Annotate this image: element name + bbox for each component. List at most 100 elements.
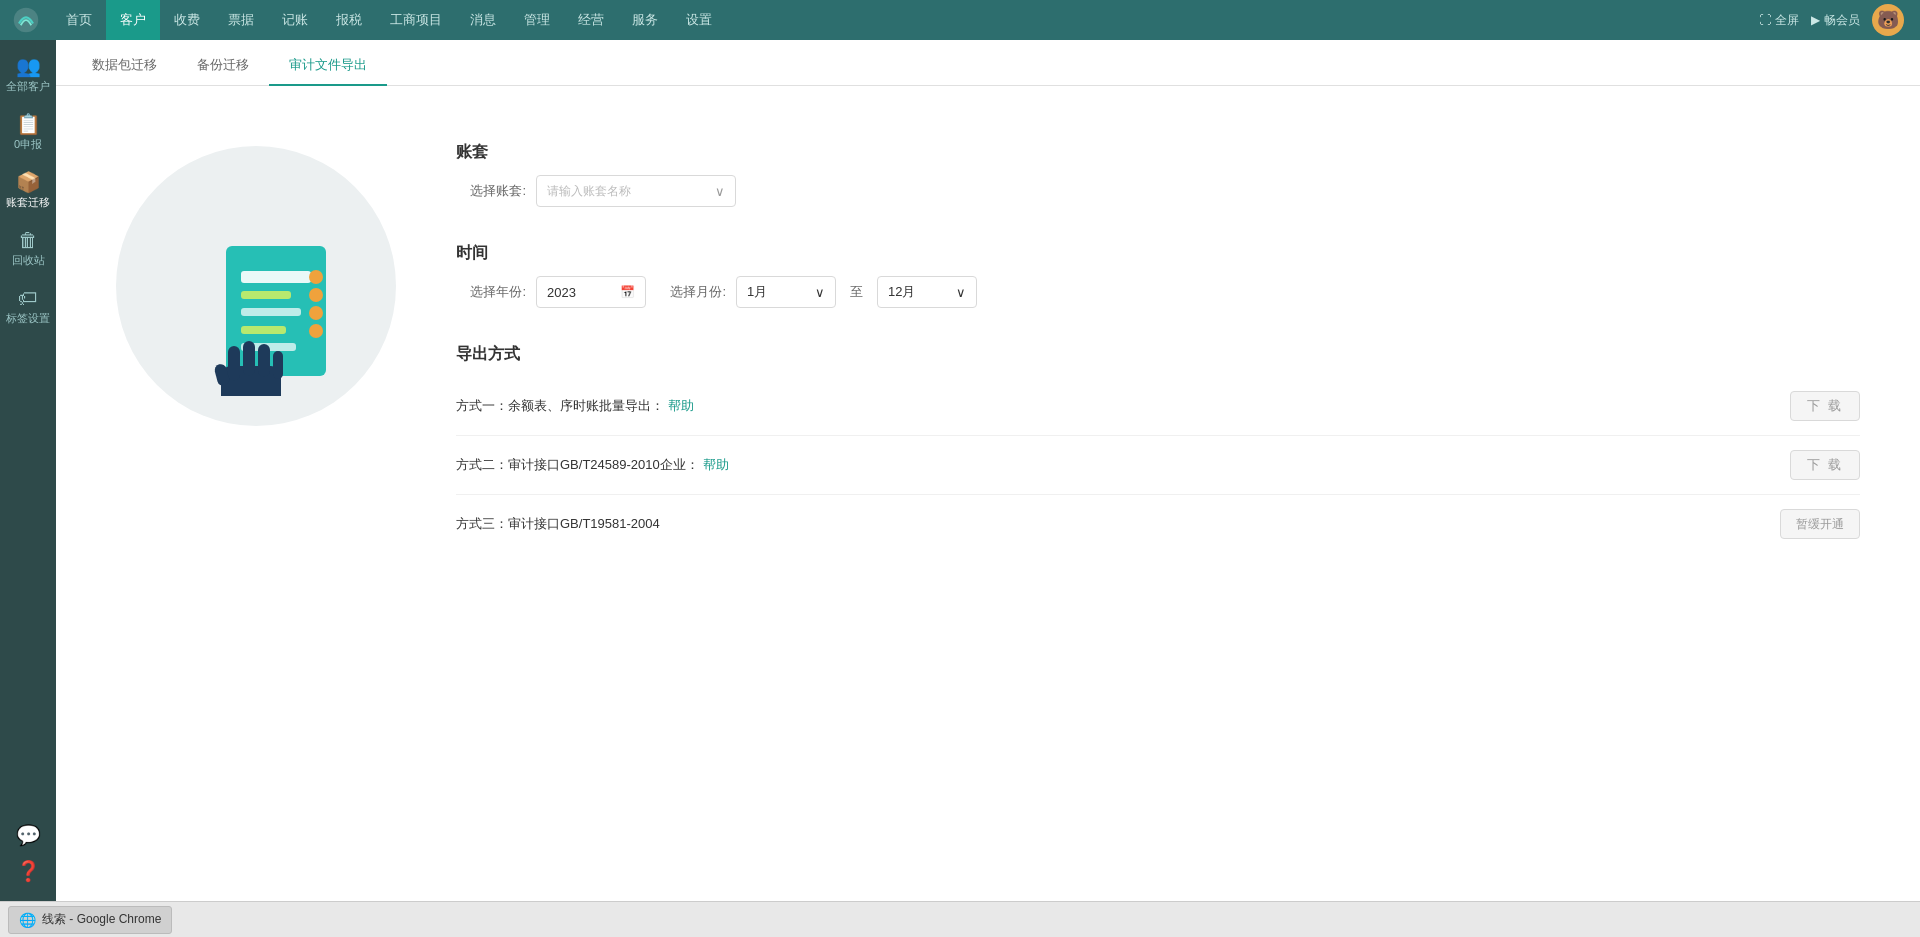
chat-icon: 💬: [16, 825, 41, 845]
member-icon: ▶: [1811, 13, 1820, 27]
nav-fee[interactable]: 收费: [160, 0, 214, 40]
export-section: 导出方式 方式一：余额表、序时账批量导出：帮助 下 载 方式二：审计接口GB/T…: [456, 344, 1860, 553]
nav-message[interactable]: 消息: [456, 0, 510, 40]
calendar-icon: 📅: [620, 285, 635, 299]
taskbar-item-label: 线索 - Google Chrome: [42, 911, 161, 928]
method3-label: 方式三：审计接口GB/T19581-2004: [456, 515, 1780, 533]
svg-point-7: [309, 270, 323, 284]
export-method-1: 方式一：余额表、序时账批量导出：帮助 下 载: [456, 377, 1860, 436]
method2-label: 方式二：审计接口GB/T24589-2010企业：帮助: [456, 456, 1790, 474]
help-icon: ❓: [16, 861, 41, 881]
svg-point-10: [309, 324, 323, 338]
svg-rect-16: [273, 351, 283, 379]
sidebar-chat[interactable]: 💬: [2, 817, 54, 853]
nav-invoice[interactable]: 票据: [214, 0, 268, 40]
month-start-label: 选择月份:: [656, 283, 726, 301]
time-section-title: 时间: [456, 243, 1860, 264]
method1-help-link[interactable]: 帮助: [668, 398, 694, 413]
app-logo[interactable]: [8, 2, 44, 38]
avatar[interactable]: 🐻: [1872, 4, 1904, 36]
content-area: 数据包迁移 备份迁移 审计文件导出: [56, 40, 1920, 901]
illustration-svg: [156, 176, 356, 396]
svg-point-9: [309, 306, 323, 320]
svg-point-8: [309, 288, 323, 302]
to-text: 至: [846, 283, 867, 301]
account-section-title: 账套: [456, 142, 1860, 163]
sidebar-item-account-migration[interactable]: 📦 账套迁移: [2, 164, 54, 218]
export-method-3: 方式三：审计接口GB/T19581-2004 暂缓开通: [456, 495, 1860, 553]
account-select-label: 选择账套:: [456, 182, 526, 200]
fullscreen-icon: ⛶: [1759, 13, 1771, 27]
main-layout: 👥 全部客户 📋 0申报 📦 账套迁移 🗑 回收站 🏷 标签设置 💬 ❓: [0, 40, 1920, 901]
year-label: 选择年份:: [456, 283, 526, 301]
tab-audit-export[interactable]: 审计文件导出: [269, 46, 387, 86]
month-end-chevron: ∨: [956, 285, 966, 300]
svg-rect-15: [258, 344, 270, 377]
month-start-chevron: ∨: [815, 285, 825, 300]
nav-service[interactable]: 服务: [618, 0, 672, 40]
tab-data-migration[interactable]: 数据包迁移: [72, 46, 177, 86]
illustration-circle: [116, 146, 396, 426]
nav-bookkeeping[interactable]: 记账: [268, 0, 322, 40]
account-select-placeholder: 请输入账套名称: [547, 183, 631, 200]
svg-rect-13: [228, 346, 240, 381]
nav-settings[interactable]: 设置: [672, 0, 726, 40]
chrome-icon: 🌐: [19, 912, 36, 928]
nav-operation[interactable]: 经营: [564, 0, 618, 40]
export-method-2: 方式二：审计接口GB/T24589-2010企业：帮助 下 载: [456, 436, 1860, 495]
month-start-select[interactable]: 1月 ∨: [736, 276, 836, 308]
method1-download-button[interactable]: 下 载: [1790, 391, 1860, 421]
sidebar-item-tag-settings[interactable]: 🏷 标签设置: [2, 280, 54, 334]
tab-bar: 数据包迁移 备份迁移 审计文件导出: [56, 40, 1920, 86]
time-section: 时间 选择年份: 2023 📅 选择月份: 1月 ∨: [456, 243, 1860, 316]
year-input[interactable]: 2023 📅: [536, 276, 646, 308]
nav-home[interactable]: 首页: [52, 0, 106, 40]
fullscreen-button[interactable]: ⛶ 全屏: [1759, 12, 1799, 29]
migration-icon: 📦: [16, 172, 41, 192]
svg-rect-3: [241, 291, 291, 299]
month-start-value: 1月: [747, 283, 767, 301]
nav-tax[interactable]: 报税: [322, 0, 376, 40]
svg-rect-14: [243, 341, 255, 376]
export-section-title: 导出方式: [456, 344, 1860, 365]
sidebar-bottom: 💬 ❓: [2, 817, 54, 889]
sidebar-item-recycle[interactable]: 🗑 回收站: [2, 222, 54, 276]
year-value: 2023: [547, 285, 576, 300]
sidebar-item-zero-declaration[interactable]: 📋 0申报: [2, 106, 54, 160]
sidebar-help[interactable]: ❓: [2, 853, 54, 889]
method1-label: 方式一：余额表、序时账批量导出：帮助: [456, 397, 1790, 415]
member-button[interactable]: ▶ 畅会员: [1811, 12, 1860, 29]
illustration-wrap: [116, 126, 396, 861]
nav-manage[interactable]: 管理: [510, 0, 564, 40]
select-chevron-icon: ∨: [715, 184, 725, 199]
page-content: 账套 选择账套: 请输入账套名称 ∨ 时间 选择年: [56, 86, 1920, 901]
sidebar-item-all-customers[interactable]: 👥 全部客户: [2, 48, 54, 102]
month-end-select[interactable]: 12月 ∨: [877, 276, 977, 308]
top-navigation: 首页 客户 收费 票据 记账 报税 工商项目 消息 管理 经营 服务 设置 ⛶ …: [0, 0, 1920, 40]
month-end-value: 12月: [888, 283, 915, 301]
account-select[interactable]: 请输入账套名称 ∨: [536, 175, 736, 207]
declaration-icon: 📋: [16, 114, 41, 134]
tag-icon: 🏷: [18, 288, 38, 308]
nav-customer[interactable]: 客户: [106, 0, 160, 40]
nav-items: 首页 客户 收费 票据 记账 报税 工商项目 消息 管理 经营 服务 设置: [52, 0, 1759, 40]
top-nav-right: ⛶ 全屏 ▶ 畅会员 🐻: [1759, 4, 1904, 36]
svg-rect-4: [241, 308, 301, 316]
sidebar: 👥 全部客户 📋 0申报 📦 账套迁移 🗑 回收站 🏷 标签设置 💬 ❓: [0, 40, 56, 901]
taskbar-chrome-item[interactable]: 🌐 线索 - Google Chrome: [8, 906, 172, 934]
account-section: 账套 选择账套: 请输入账套名称 ∨: [456, 142, 1860, 215]
method3-coming-soon-button[interactable]: 暂缓开通: [1780, 509, 1860, 539]
account-form-row: 选择账套: 请输入账套名称 ∨: [456, 175, 1860, 207]
main-content-wrapper: 账套 选择账套: 请输入账套名称 ∨ 时间 选择年: [56, 86, 1920, 901]
customers-icon: 👥: [16, 56, 41, 76]
taskbar: 🌐 线索 - Google Chrome: [0, 901, 1920, 937]
recycle-icon: 🗑: [18, 230, 38, 250]
form-area: 账套 选择账套: 请输入账套名称 ∨ 时间 选择年: [456, 126, 1860, 861]
method2-help-link[interactable]: 帮助: [703, 457, 729, 472]
nav-business[interactable]: 工商项目: [376, 0, 456, 40]
tab-backup-migration[interactable]: 备份迁移: [177, 46, 269, 86]
method2-download-button[interactable]: 下 载: [1790, 450, 1860, 480]
time-form-row: 选择年份: 2023 📅 选择月份: 1月 ∨ 至: [456, 276, 1860, 308]
svg-rect-2: [241, 271, 311, 283]
svg-rect-5: [241, 326, 286, 334]
